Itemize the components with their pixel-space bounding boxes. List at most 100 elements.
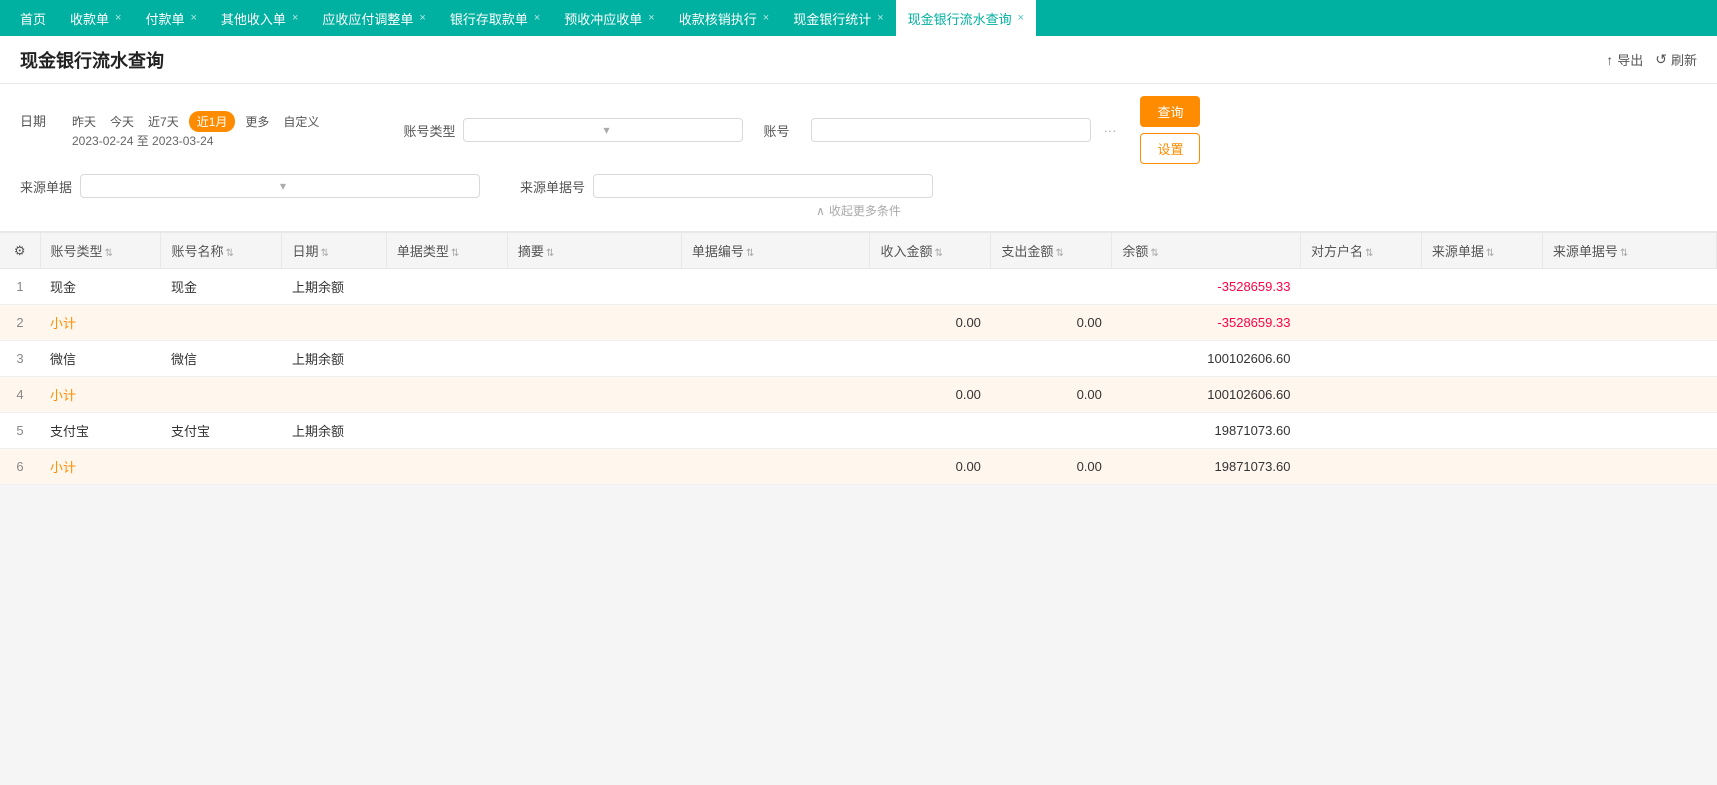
export-icon: ↑ [1606,52,1613,68]
col-doc-no[interactable]: 单据编号⇅ [681,233,870,269]
row-account-name [161,305,282,341]
col-expense[interactable]: 支出金额⇅ [991,233,1112,269]
table-body: 1现金现金上期余额-3528659.332小计0.000.00-3528659.… [0,269,1717,485]
row-expense: 0.00 [991,305,1112,341]
row-account-type: 支付宝 [40,413,161,449]
close-bank-deposit[interactable]: × [534,12,540,24]
table-row: 3微信微信上期余额100102606.60 [0,341,1717,377]
close-payment[interactable]: × [190,12,196,24]
row-account-type: 小计 [40,449,161,485]
row-date: 上期余额 [282,341,386,377]
account-no-more-btn[interactable]: ··· [1099,123,1120,138]
nav-payment[interactable]: 付款单 × [133,0,208,36]
source-doc-select[interactable]: ▾ [80,174,480,198]
nav-ar-ap-adjust[interactable]: 应收应付调整单 × [310,0,437,36]
nav-other-income[interactable]: 其他收入单 × [209,0,310,36]
filter-row-2: 来源单据 ▾ 来源单据号 [20,174,1697,198]
source-doc-filter: 来源单据 ▾ [20,174,480,198]
col-account-name[interactable]: 账号名称⇅ [161,233,282,269]
col-source-doc-no[interactable]: 来源单据号⇅ [1542,233,1716,269]
close-cash-bank-stat[interactable]: × [877,12,883,24]
date-yesterday[interactable]: 昨天 [68,111,100,132]
date-7days[interactable]: 近7天 [144,111,183,132]
nav-receipt-cancel[interactable]: 收款核销执行 × [667,0,781,36]
row-summary [507,341,681,377]
date-1month[interactable]: 近1月 [189,111,236,132]
row-doc-type [386,413,507,449]
export-button[interactable]: ↑ 导出 [1606,50,1643,69]
source-doc-no-label: 来源单据号 [520,177,585,196]
row-counterpart [1300,449,1421,485]
close-ar-ap-adjust[interactable]: × [419,12,425,24]
nav-cash-bank-flow[interactable]: 现金银行流水查询 × [896,0,1036,36]
row-balance: 100102606.60 [1112,377,1301,413]
page-title: 现金银行流水查询 [20,47,164,73]
row-doc-type [386,305,507,341]
row-doc-no [681,377,870,413]
col-date[interactable]: 日期⇅ [282,233,386,269]
nav-bank-deposit[interactable]: 银行存取款单 × [438,0,552,36]
close-receipt[interactable]: × [115,12,121,24]
row-source-doc [1421,305,1542,341]
row-expense: 0.00 [991,377,1112,413]
row-summary [507,377,681,413]
row-source-doc [1421,269,1542,305]
col-gear[interactable]: ⚙ [0,233,40,269]
row-account-type: 现金 [40,269,161,305]
row-expense [991,341,1112,377]
table-container: ⚙ 账号类型⇅ 账号名称⇅ 日期⇅ 单据类型⇅ 摘要⇅ 单据编号 [0,232,1717,485]
row-account-name: 微信 [161,341,282,377]
top-nav: 首页 收款单 × 付款单 × 其他收入单 × 应收应付调整单 × 银行存取款单 … [0,0,1717,36]
close-other-income[interactable]: × [292,12,298,24]
close-advance-write-off[interactable]: × [648,12,654,24]
row-balance: 100102606.60 [1112,341,1301,377]
row-balance: 19871073.60 [1112,413,1301,449]
row-no: 3 [0,341,40,377]
date-today[interactable]: 今天 [106,111,138,132]
account-type-select[interactable]: ▾ [463,118,743,142]
account-no-select[interactable] [811,118,1091,142]
action-buttons: 查询 设置 [1140,96,1200,164]
row-counterpart [1300,377,1421,413]
table-row: 4小计0.000.00100102606.60 [0,377,1717,413]
row-source-doc [1421,413,1542,449]
row-date: 上期余额 [282,269,386,305]
source-doc-dropdown-icon: ▾ [280,179,471,193]
row-account-type: 小计 [40,305,161,341]
col-source-doc[interactable]: 来源单据⇅ [1421,233,1542,269]
col-account-type[interactable]: 账号类型⇅ [40,233,161,269]
source-doc-no-input[interactable] [593,174,933,198]
filter-area: 日期 昨天 今天 近7天 近1月 更多 自定义 2023-02-24 至 202… [0,84,1717,232]
date-more[interactable]: 更多 [241,111,273,132]
row-date [282,449,386,485]
row-date [282,377,386,413]
nav-cash-bank-stat[interactable]: 现金银行统计 × [781,0,895,36]
date-custom[interactable]: 自定义 [279,111,323,132]
row-summary [507,269,681,305]
refresh-icon: ↺ [1655,51,1667,68]
row-source-doc-no [1542,377,1716,413]
col-counterpart[interactable]: 对方户名⇅ [1300,233,1421,269]
col-doc-type[interactable]: 单据类型⇅ [386,233,507,269]
source-doc-no-filter: 来源单据号 [520,174,933,198]
refresh-button[interactable]: ↺ 刷新 [1655,50,1697,69]
nav-receipt[interactable]: 收款单 × [58,0,133,36]
source-doc-label: 来源单据 [20,177,72,196]
close-cash-bank-flow[interactable]: × [1018,12,1024,24]
page-header: 现金银行流水查询 ↑ 导出 ↺ 刷新 [0,36,1717,84]
collapse-bar[interactable]: ∧ 收起更多条件 [20,202,1697,219]
close-receipt-cancel[interactable]: × [763,12,769,24]
row-account-name [161,377,282,413]
nav-advance-write-off[interactable]: 预收冲应收单 × [552,0,666,36]
col-summary[interactable]: 摘要⇅ [507,233,681,269]
col-balance[interactable]: 余额⇅ [1112,233,1301,269]
nav-home[interactable]: 首页 [8,0,58,36]
row-source-doc-no [1542,305,1716,341]
settings-button[interactable]: 设置 [1140,133,1200,164]
row-expense [991,269,1112,305]
row-source-doc-no [1542,449,1716,485]
row-source-doc-no [1542,269,1716,305]
col-income[interactable]: 收入金额⇅ [870,233,991,269]
query-button[interactable]: 查询 [1140,96,1200,127]
row-counterpart [1300,413,1421,449]
